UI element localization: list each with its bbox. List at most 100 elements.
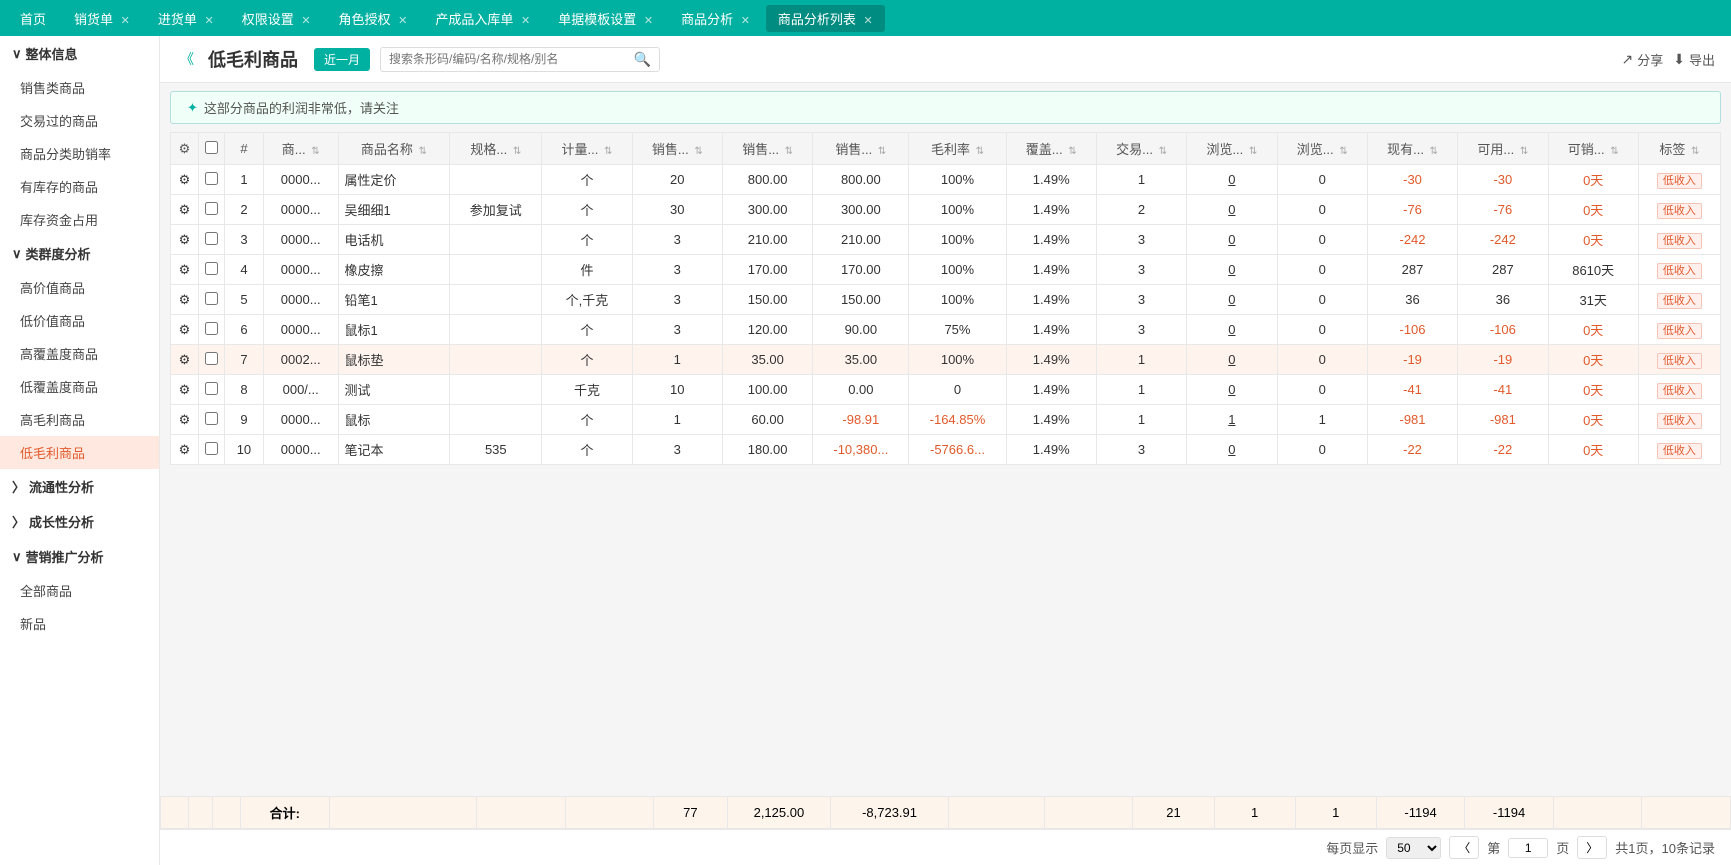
col-tag[interactable]: 标签 ⇅ [1638, 133, 1720, 165]
sidebar-group-circulation[interactable]: 〉 流通性分析 [0, 469, 159, 504]
row-unit: 个,千克 [542, 285, 632, 315]
select-all-checkbox[interactable] [205, 141, 218, 154]
close-purchase-order-icon[interactable]: ✕ [204, 15, 213, 27]
sidebar-item-category-rate[interactable]: 商品分类助销率 [0, 137, 159, 170]
sidebar-group-marketing[interactable]: ∨ 营销推广分析 [0, 539, 159, 574]
row-browse1[interactable]: 0 [1187, 285, 1277, 315]
nav-purchase-order[interactable]: 进货单 ✕ [146, 5, 226, 32]
col-name[interactable]: 商品名称 ⇅ [338, 133, 450, 165]
nav-product-analysis[interactable]: 商品分析 ✕ [669, 5, 762, 32]
export-btn[interactable]: ⬇ 导出 [1673, 50, 1715, 69]
row-checkbox[interactable] [199, 315, 225, 345]
row-browse1[interactable]: 0 [1187, 165, 1277, 195]
sidebar-group-cluster[interactable]: ∨ 类群度分析 [0, 236, 159, 271]
sidebar-item-traded-products[interactable]: 交易过的商品 [0, 104, 159, 137]
nav-template-settings[interactable]: 单据模板设置 ✕ [546, 5, 665, 32]
row-gear[interactable]: ⚙ [171, 405, 199, 435]
row-gear[interactable]: ⚙ [171, 285, 199, 315]
collapse-sidebar-btn[interactable]: 《 [176, 49, 198, 69]
sidebar-item-low-margin[interactable]: 低毛利商品 [0, 436, 159, 469]
table-row: ⚙ 6 0000... 鼠标1 个 3 120.00 90.00 75% 1.4… [171, 315, 1721, 345]
close-template-settings-icon[interactable]: ✕ [644, 15, 653, 27]
search-icon[interactable]: 🔍 [634, 51, 651, 68]
row-browse1[interactable]: 0 [1187, 345, 1277, 375]
share-btn[interactable]: ↗ 分享 [1622, 50, 1664, 69]
close-permissions-icon[interactable]: ✕ [301, 15, 310, 27]
close-sales-order-icon[interactable]: ✕ [121, 15, 130, 27]
col-coverage[interactable]: 覆盖... ⇅ [1006, 133, 1096, 165]
row-browse1[interactable]: 0 [1187, 315, 1277, 345]
row-saleable: 8610天 [1548, 255, 1638, 285]
row-gear[interactable]: ⚙ [171, 345, 199, 375]
row-gear[interactable]: ⚙ [171, 435, 199, 465]
col-saleable[interactable]: 可销... ⇅ [1548, 133, 1638, 165]
row-checkbox[interactable] [199, 285, 225, 315]
nav-sales-order[interactable]: 销货单 ✕ [62, 5, 142, 32]
sidebar-item-all-products[interactable]: 全部商品 [0, 574, 159, 607]
col-gear[interactable]: ⚙ [171, 133, 199, 165]
row-checkbox[interactable] [199, 165, 225, 195]
row-browse1[interactable]: 0 [1187, 195, 1277, 225]
col-available[interactable]: 可用... ⇅ [1458, 133, 1548, 165]
prev-page-btn[interactable]: 〈 [1449, 836, 1479, 859]
sidebar-item-high-margin[interactable]: 高毛利商品 [0, 403, 159, 436]
row-gear[interactable]: ⚙ [171, 165, 199, 195]
time-filter-btn[interactable]: 近一月 [314, 48, 370, 71]
row-browse1[interactable]: 0 [1187, 375, 1277, 405]
col-gross-rate[interactable]: 毛利率 ⇅ [909, 133, 1006, 165]
col-sales-count[interactable]: 销售... ⇅ [632, 133, 722, 165]
search-input[interactable] [389, 52, 634, 66]
page-input[interactable] [1508, 838, 1548, 858]
sidebar-item-low-coverage[interactable]: 低覆盖度商品 [0, 370, 159, 403]
row-gear[interactable]: ⚙ [171, 225, 199, 255]
close-product-analysis-icon[interactable]: ✕ [741, 15, 750, 27]
col-browse1[interactable]: 浏览... ⇅ [1187, 133, 1277, 165]
sidebar-item-stocked-products[interactable]: 有库存的商品 [0, 170, 159, 203]
row-gear[interactable]: ⚙ [171, 315, 199, 345]
row-browse1[interactable]: 0 [1187, 435, 1277, 465]
sidebar-group-growth[interactable]: 〉 成长性分析 [0, 504, 159, 539]
nav-product-analysis-list[interactable]: 商品分析列表 ✕ [766, 5, 885, 32]
col-unit[interactable]: 计量... ⇅ [542, 133, 632, 165]
sidebar-item-low-value[interactable]: 低价值商品 [0, 304, 159, 337]
row-gear[interactable]: ⚙ [171, 195, 199, 225]
nav-role-auth[interactable]: 角色授权 ✕ [327, 5, 420, 32]
sidebar-item-inventory-capital[interactable]: 库存资金占用 [0, 203, 159, 236]
sidebar-group-overview[interactable]: ∨ 整体信息 [0, 36, 159, 71]
close-product-entry-icon[interactable]: ✕ [521, 15, 530, 27]
col-checkbox[interactable] [199, 133, 225, 165]
col-stock[interactable]: 现有... ⇅ [1367, 133, 1457, 165]
row-checkbox[interactable] [199, 435, 225, 465]
col-sales-price[interactable]: 销售... ⇅ [722, 133, 812, 165]
next-page-btn[interactable]: 〉 [1577, 836, 1607, 859]
col-sales-profit[interactable]: 销售... ⇅ [813, 133, 909, 165]
row-browse1[interactable]: 0 [1187, 225, 1277, 255]
header-actions: ↗ 分享 ⬇ 导出 [1622, 50, 1716, 69]
row-browse1[interactable]: 1 [1187, 405, 1277, 435]
col-trade[interactable]: 交易... ⇅ [1096, 133, 1186, 165]
row-gear[interactable]: ⚙ [171, 375, 199, 405]
col-spec[interactable]: 规格... ⇅ [450, 133, 542, 165]
row-gear[interactable]: ⚙ [171, 255, 199, 285]
row-num: 7 [225, 345, 264, 375]
nav-permissions[interactable]: 权限设置 ✕ [230, 5, 323, 32]
row-checkbox[interactable] [199, 405, 225, 435]
total-name-cell [329, 797, 477, 829]
nav-product-entry[interactable]: 产成品入库单 ✕ [423, 5, 542, 32]
sidebar-item-high-value[interactable]: 高价值商品 [0, 271, 159, 304]
sidebar-item-sales-products[interactable]: 销售类商品 [0, 71, 159, 104]
row-checkbox[interactable] [199, 225, 225, 255]
sidebar-item-new-products[interactable]: 新品 [0, 607, 159, 640]
close-role-auth-icon[interactable]: ✕ [398, 15, 407, 27]
close-product-analysis-list-icon[interactable]: ✕ [864, 15, 873, 27]
row-checkbox[interactable] [199, 195, 225, 225]
col-browse2[interactable]: 浏览... ⇅ [1277, 133, 1367, 165]
row-checkbox[interactable] [199, 375, 225, 405]
col-code[interactable]: 商... ⇅ [263, 133, 338, 165]
row-checkbox[interactable] [199, 255, 225, 285]
row-browse1[interactable]: 0 [1187, 255, 1277, 285]
sidebar-item-high-coverage[interactable]: 高覆盖度商品 [0, 337, 159, 370]
row-checkbox[interactable] [199, 345, 225, 375]
page-size-select[interactable]: 50 20 100 [1386, 837, 1441, 859]
nav-home[interactable]: 首页 [8, 5, 58, 32]
